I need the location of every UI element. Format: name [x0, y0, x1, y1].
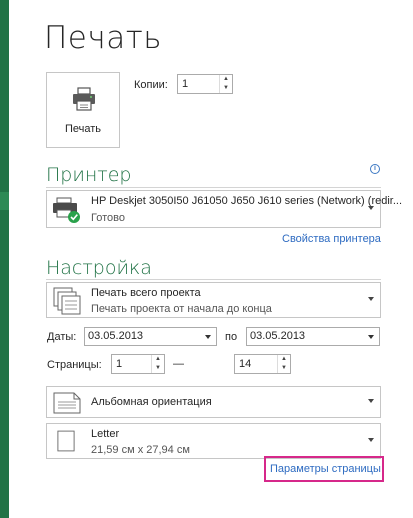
chevron-down-icon	[205, 335, 211, 339]
backstage-nav-marker	[0, 192, 9, 210]
copies-stepper[interactable]: 1 ▲ ▼	[177, 74, 233, 94]
print-scope-title: Печать всего проекта	[91, 287, 201, 299]
print-button[interactable]: Печать	[46, 72, 120, 148]
date-to-value: 03.05.2013	[250, 330, 306, 342]
date-to-select[interactable]: 03.05.2013	[246, 327, 380, 346]
page-to-arrows[interactable]: ▲ ▼	[277, 355, 290, 373]
paper-page-icon	[57, 430, 75, 452]
copies-label: Копии:	[134, 79, 168, 91]
chevron-down-icon	[368, 438, 374, 442]
pages-stack-icon	[53, 287, 81, 315]
pages-label: Страницы:	[47, 359, 102, 371]
chevron-down-icon	[368, 335, 374, 339]
copies-value: 1	[182, 78, 189, 90]
decrement-icon[interactable]: ▼	[220, 84, 232, 93]
printer-status: Готово	[91, 212, 125, 224]
backstage-nav-bar	[0, 0, 9, 518]
date-from-select[interactable]: 03.05.2013	[84, 327, 217, 346]
increment-icon[interactable]: ▲	[220, 75, 232, 84]
chevron-down-icon	[368, 206, 374, 210]
printer-icon	[73, 87, 95, 111]
settings-section-title: Настройка	[46, 257, 152, 279]
page-from-value: 1	[116, 358, 123, 370]
info-icon[interactable]: i	[370, 164, 380, 174]
settings-section-divider	[46, 279, 381, 280]
orientation-value: Альбомная ориентация	[91, 396, 212, 408]
page-setup-link[interactable]: Параметры страницы	[270, 463, 381, 475]
printer-section-title: Принтер	[46, 164, 132, 186]
pages-range-dash: —	[173, 358, 184, 370]
copies-stepper-arrows[interactable]: ▲ ▼	[219, 75, 232, 93]
dates-to-label: по	[225, 331, 238, 343]
page-title: Печать	[44, 20, 162, 56]
page-from-arrows[interactable]: ▲ ▼	[151, 355, 164, 373]
decrement-icon[interactable]: ▼	[278, 364, 290, 373]
page-from-stepper[interactable]: 1 ▲ ▼	[111, 354, 165, 374]
print-scope-subtitle: Печать проекта от начала до конца	[91, 303, 272, 315]
dates-label: Даты:	[47, 331, 77, 343]
printer-ready-icon	[53, 197, 80, 223]
chevron-down-icon	[368, 297, 374, 301]
paper-size-dimensions: 21,59 см x 27,94 см	[91, 444, 190, 456]
landscape-page-icon	[53, 392, 81, 414]
date-from-value: 03.05.2013	[88, 330, 144, 342]
increment-icon[interactable]: ▲	[152, 355, 164, 364]
increment-icon[interactable]: ▲	[278, 355, 290, 364]
printer-section-divider	[46, 187, 381, 188]
page-to-stepper[interactable]: 14 ▲ ▼	[234, 354, 291, 374]
paper-size-select[interactable]: Letter 21,59 см x 27,94 см	[46, 423, 381, 459]
printer-properties-link[interactable]: Свойства принтера	[282, 233, 381, 245]
page-to-value: 14	[239, 358, 252, 370]
print-scope-select[interactable]: Печать всего проекта Печать проекта от н…	[46, 282, 381, 318]
decrement-icon[interactable]: ▼	[152, 364, 164, 373]
printer-select[interactable]: HP Deskjet 3050I50 J61050 J650 J610 seri…	[46, 190, 402, 228]
paper-size-name: Letter	[91, 428, 120, 440]
orientation-select[interactable]: Альбомная ориентация	[46, 386, 381, 418]
chevron-down-icon	[368, 399, 374, 403]
printer-name: HP Deskjet 3050I50 J61050 J650 J610 seri…	[91, 195, 403, 207]
print-button-label: Печать	[64, 123, 102, 135]
